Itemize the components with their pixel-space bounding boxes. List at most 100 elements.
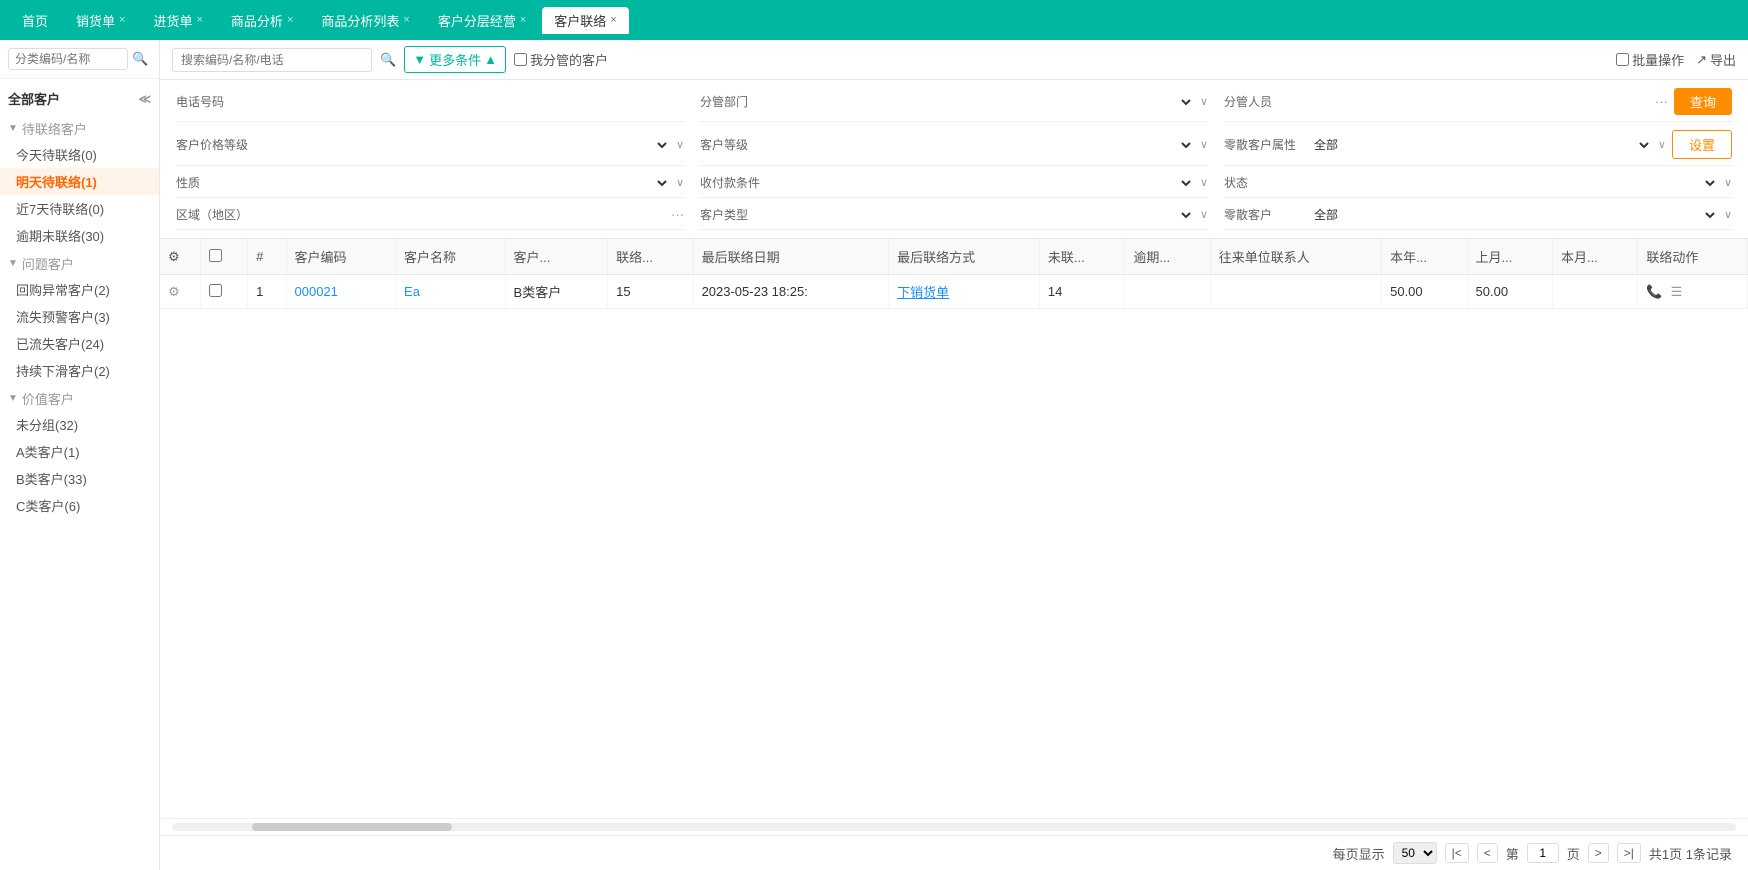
sidebar-item-warning[interactable]: 流失预警客户(3) [0, 303, 159, 330]
filter-price-level: 客户价格等级 ∨ [176, 130, 684, 166]
filter-payment-arrow: ∨ [1200, 176, 1208, 189]
th-code[interactable]: 客户编码 [286, 239, 396, 275]
bulk-checkbox[interactable] [1616, 53, 1629, 66]
close-contact-icon[interactable]: × [610, 14, 616, 26]
th-last-date[interactable]: 最后联络日期 [693, 239, 889, 275]
nav-customer-tier[interactable]: 客户分层经营 × [426, 7, 538, 34]
filter-payment-select[interactable] [786, 175, 1194, 191]
nav-customer-contact[interactable]: 客户联络 × [542, 7, 628, 34]
close-analysis-list-icon[interactable]: × [403, 14, 409, 26]
sidebar-item-today[interactable]: 今天待联络(0) [0, 141, 159, 168]
filter-dept-select[interactable] [786, 94, 1194, 110]
th-last-month[interactable]: 上月... [1467, 239, 1552, 275]
sidebar-search-icon[interactable]: 🔍 [132, 51, 148, 67]
row-menu-icon[interactable]: ☰ [1671, 284, 1683, 300]
nav-home[interactable]: 首页 [10, 7, 60, 34]
search-input[interactable] [172, 48, 372, 72]
sidebar-item-classA[interactable]: A类客户(1) [0, 438, 159, 465]
row-no: 1 [248, 275, 286, 309]
filter-nature-arrow: ∨ [676, 176, 684, 189]
my-customers-check[interactable] [514, 53, 527, 66]
filter-status-select[interactable] [1310, 175, 1718, 191]
my-customers-checkbox[interactable]: 我分管的客户 [514, 50, 608, 69]
sidebar-item-7days[interactable]: 近7天待联络(0) [0, 195, 159, 222]
close-analysis-icon[interactable]: × [287, 14, 293, 26]
filter-retail-attr-select[interactable]: 全部 [1310, 137, 1652, 153]
th-this-month[interactable]: 本月... [1552, 239, 1637, 275]
close-tier-icon[interactable]: × [520, 14, 526, 26]
filter-manager-input[interactable] [1310, 95, 1645, 109]
sidebar-item-lost[interactable]: 已流失客户(24) [0, 330, 159, 357]
row-phone-icon[interactable]: 📞 [1646, 284, 1662, 300]
per-page-select[interactable]: 50 [1393, 842, 1437, 864]
filter-cust-level-label: 客户等级 [700, 136, 780, 153]
scroll-track[interactable] [172, 823, 1736, 831]
select-all-checkbox[interactable] [209, 249, 222, 262]
th-unit-contact[interactable]: 往来单位联系人 [1210, 239, 1381, 275]
per-page-label: 每页显示 [1333, 844, 1385, 863]
filter-cust-level-arrow: ∨ [1200, 138, 1208, 151]
filter-status-label: 状态 [1224, 174, 1304, 191]
sidebar-search-input[interactable] [8, 48, 128, 70]
filter-region-input[interactable] [262, 208, 661, 222]
filter-cust-level-select[interactable] [786, 137, 1194, 153]
close-purchase-icon[interactable]: × [196, 14, 202, 26]
th-type[interactable]: 客户... [505, 239, 608, 275]
row-code[interactable]: 000021 [286, 275, 396, 309]
nav-sales[interactable]: 销货单 × [64, 7, 137, 34]
export-icon: ↗ [1696, 52, 1707, 68]
sidebar-item-overdue[interactable]: 逾期未联络(30) [0, 222, 159, 249]
adv-filter-panel: 电话号码 分管部门 ∨ 分管人员 ··· 查询 客户价格等级 ∨ 客户等级 [160, 80, 1748, 239]
page-label: 第 [1506, 844, 1519, 863]
th-no-contact[interactable]: 未联... [1039, 239, 1124, 275]
scroll-thumb[interactable] [252, 823, 452, 831]
more-conditions-btn[interactable]: ▼ 更多条件 ▲ [404, 46, 506, 73]
nav-purchase[interactable]: 进货单 × [141, 7, 214, 34]
filter-manager-dots[interactable]: ··· [1655, 94, 1668, 109]
filter-price-select[interactable] [262, 137, 670, 153]
filter-cust-type-select[interactable] [786, 207, 1194, 223]
page-input[interactable] [1527, 843, 1559, 863]
sidebar-item-classC[interactable]: C类客户(6) [0, 492, 159, 519]
filter-phone-input[interactable] [262, 95, 684, 109]
filter-region: 区域（地区） ··· [176, 206, 684, 230]
last-page-btn[interactable]: >| [1617, 843, 1641, 863]
th-overdue[interactable]: 逾期... [1125, 239, 1210, 275]
sidebar-item-ungrouped[interactable]: 未分组(32) [0, 411, 159, 438]
nav-analysis-list[interactable]: 商品分析列表 × [309, 7, 421, 34]
sidebar-item-tomorrow[interactable]: 明天待联络(1) [0, 168, 159, 195]
filter-nature-select[interactable] [262, 175, 670, 191]
row-type: B类客户 [505, 275, 608, 309]
filter-region-dots[interactable]: ··· [671, 207, 684, 222]
bulk-op-btn[interactable]: 批量操作 [1616, 50, 1684, 69]
nav-analysis[interactable]: 商品分析 × [219, 7, 305, 34]
row-check[interactable] [209, 284, 222, 297]
row-settings[interactable]: ⚙ [160, 275, 200, 309]
filter-right-actions: 批量操作 ↗ 导出 [1616, 50, 1736, 69]
th-name[interactable]: 客户名称 [396, 239, 506, 275]
next-page-btn[interactable]: > [1588, 843, 1609, 863]
filter-retail-cust-select[interactable]: 全部 [1310, 207, 1718, 223]
th-settings[interactable]: ⚙ [160, 239, 200, 275]
th-last-method[interactable]: 最后联络方式 [889, 239, 1040, 275]
query-btn[interactable]: 查询 [1674, 88, 1732, 115]
search-icon[interactable]: 🔍 [380, 52, 396, 68]
first-page-btn[interactable]: |< [1445, 843, 1469, 863]
row-last-method[interactable]: 下销货单 [889, 275, 1040, 309]
sidebar-item-declining[interactable]: 持续下滑客户(2) [0, 357, 159, 384]
sidebar-item-abnormal[interactable]: 回购异常客户(2) [0, 276, 159, 303]
filter-dept-label: 分管部门 [700, 93, 780, 110]
export-btn[interactable]: ↗ 导出 [1696, 50, 1736, 69]
filter-payment-label: 收付款条件 [700, 174, 780, 191]
row-checkbox[interactable] [200, 275, 248, 309]
th-this-year[interactable]: 本年... [1382, 239, 1467, 275]
sidebar-all-customers[interactable]: 全部客户 ≪ [0, 83, 159, 114]
prev-page-btn[interactable]: < [1477, 843, 1498, 863]
sidebar-item-classB[interactable]: B类客户(33) [0, 465, 159, 492]
filter-bar: 🔍 ▼ 更多条件 ▲ 我分管的客户 批量操作 ↗ 导出 [160, 40, 1748, 80]
row-name[interactable]: Ea [396, 275, 506, 309]
close-sales-icon[interactable]: × [119, 14, 125, 26]
set-btn[interactable]: 设置 [1672, 130, 1732, 159]
th-checkbox[interactable] [200, 239, 248, 275]
th-contacts[interactable]: 联络... [608, 239, 693, 275]
